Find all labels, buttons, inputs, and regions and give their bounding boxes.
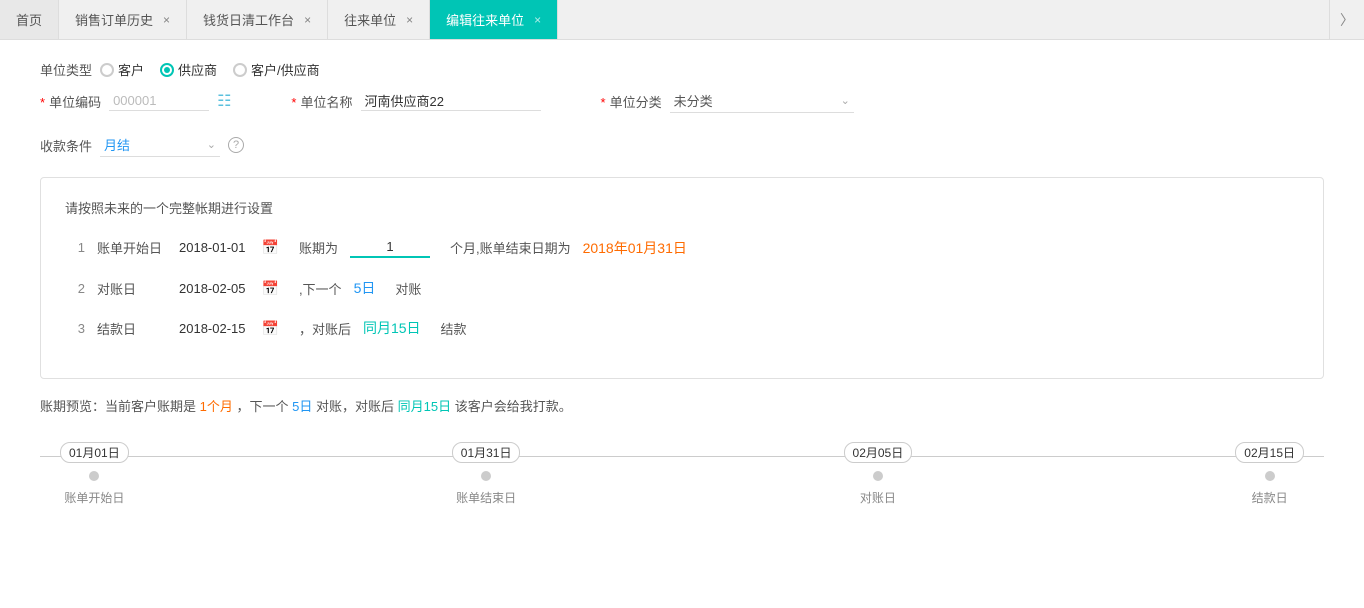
tab-partner[interactable]: 往来单位 ×: [328, 0, 430, 39]
tab-bar: 首页 销售订单历史 × 钱货日清工作台 × 往来单位 × 编辑往来单位 × 〉: [0, 0, 1364, 40]
timeline-date-3: 02月15日: [1235, 442, 1304, 463]
tab-close-cash-work[interactable]: ×: [304, 13, 311, 27]
timeline-sub-1: 账单结束日: [456, 489, 516, 506]
radio-circle-supplier: [160, 63, 174, 77]
detail-row-3: 3 结款日 2018-02-15 📅 ，对账后 同月15日 结款: [65, 318, 1299, 338]
row-num-1: 1: [65, 240, 85, 255]
tab-home[interactable]: 首页: [0, 0, 59, 39]
tab-cash-work[interactable]: 钱货日清工作台 ×: [187, 0, 328, 39]
help-icon[interactable]: ?: [228, 137, 244, 153]
preview-label: 账期预览：当前客户账期是: [40, 399, 196, 414]
preview-mid1: ，下一个: [237, 399, 289, 414]
row-key-2: 对账日: [97, 279, 167, 298]
row-key-1: 账单开始日: [97, 238, 167, 257]
period-settings-box: 请按照未来的一个完整帐期进行设置 1 账单开始日 2018-01-01 📅 账期…: [40, 177, 1324, 379]
timeline-point-2: 02月05日 对账日: [844, 442, 913, 506]
row-desc-suffix-2: 对账: [395, 279, 421, 298]
timeline-points: 01月01日 账单开始日 01月31日 账单结束日 02月05日 对账日 02月…: [60, 442, 1304, 506]
reconcile-day: 5日: [354, 278, 376, 298]
period-end-date: 2018年01月31日: [583, 238, 687, 258]
timeline-point-1: 01月31日 账单结束日: [452, 442, 521, 506]
unit-code-group: 单位编码 ☷: [40, 91, 231, 111]
unit-name-group: 单位名称: [291, 91, 540, 111]
timeline-dot-0: [89, 471, 99, 481]
row-key-3: 结款日: [97, 319, 167, 338]
timeline-section: 01月01日 账单开始日 01月31日 账单结束日 02月05日 对账日 02月…: [40, 442, 1324, 506]
row-desc-suffix-1: 个月,账单结束日期为: [450, 238, 571, 257]
period-input[interactable]: [350, 237, 430, 258]
unit-code-input[interactable]: [109, 91, 209, 111]
timeline-sub-3: 结款日: [1252, 489, 1288, 506]
row-date-1: 2018-01-01: [179, 240, 246, 255]
cal-icon-3[interactable]: 📅: [262, 320, 279, 337]
unit-info-row: 单位编码 ☷ 单位名称 单位分类 未分类 ⌄: [40, 89, 1324, 113]
detail-row-2: 2 对账日 2018-02-05 📅 ,下一个 5日 对账: [65, 278, 1299, 298]
unit-category-label: 单位分类: [601, 92, 662, 111]
section-title: 请按照未来的一个完整帐期进行设置: [65, 198, 1299, 217]
detail-row-1: 1 账单开始日 2018-01-01 📅 账期为 个月,账单结束日期为 2018…: [65, 237, 1299, 258]
timeline-sub-2: 对账日: [860, 489, 896, 506]
unit-category-select[interactable]: 未分类 ⌄: [670, 89, 854, 113]
preview-text: 账期预览：当前客户账期是 1个月 ，下一个 5日 对账，对账后 同月15日 该客…: [40, 395, 1324, 418]
radio-group: 客户 供应商 客户/供应商: [100, 60, 320, 79]
tab-close-sales-history[interactable]: ×: [163, 13, 170, 27]
row-desc-prefix-1: 账期为: [299, 238, 338, 257]
payment-condition-select[interactable]: 月结 ⌄: [100, 133, 220, 157]
radio-circle-customer: [100, 63, 114, 77]
payment-condition-label: 收款条件: [40, 136, 92, 155]
unit-category-group: 单位分类 未分类 ⌄: [601, 89, 854, 113]
preview-payment: 同月15日: [398, 399, 451, 414]
unit-category-value: 未分类: [674, 91, 713, 110]
timeline-date-0: 01月01日: [60, 442, 129, 463]
timeline-dot-3: [1265, 471, 1275, 481]
row-desc-prefix-2: ,下一个: [299, 279, 342, 298]
timeline-date-2: 02月05日: [844, 442, 913, 463]
tab-close-edit-partner[interactable]: ×: [534, 13, 541, 27]
row-num-2: 2: [65, 281, 85, 296]
row-desc-prefix-3: ，对账后: [299, 319, 351, 338]
tab-overflow-arrow[interactable]: 〉: [1329, 0, 1364, 39]
radio-circle-customer-supplier: [233, 63, 247, 77]
tab-close-partner[interactable]: ×: [406, 13, 413, 27]
timeline-sub-0: 账单开始日: [64, 489, 124, 506]
row-desc-suffix-3: 结款: [441, 319, 467, 338]
timeline-dot-2: [873, 471, 883, 481]
unit-type-label: 单位类型: [40, 60, 92, 79]
unit-name-input[interactable]: [361, 91, 541, 111]
radio-customer-supplier[interactable]: 客户/供应商: [233, 60, 320, 79]
payment-condition-row: 收款条件 月结 ⌄ ?: [40, 133, 1324, 157]
payment-condition-value: 月结: [104, 135, 130, 154]
unit-name-label: 单位名称: [291, 92, 352, 111]
radio-customer[interactable]: 客户: [100, 60, 144, 79]
radio-supplier[interactable]: 供应商: [160, 60, 217, 79]
row-num-3: 3: [65, 321, 85, 336]
unit-type-field: 单位类型 客户 供应商 客户/供应商: [40, 60, 320, 79]
unit-type-row: 单位类型 客户 供应商 客户/供应商: [40, 60, 1324, 79]
unit-code-label: 单位编码: [40, 92, 101, 111]
payment-condition-chevron: ⌄: [207, 138, 216, 151]
unit-code-copy-icon[interactable]: ☷: [217, 91, 231, 111]
timeline-point-3: 02月15日 结款日: [1235, 442, 1304, 506]
main-content: 单位类型 客户 供应商 客户/供应商 单位编码 ☷: [0, 40, 1364, 608]
cal-icon-2[interactable]: 📅: [262, 280, 279, 297]
cal-icon-1[interactable]: 📅: [262, 239, 279, 256]
tab-sales-history[interactable]: 销售订单历史 ×: [59, 0, 187, 39]
timeline-dot-1: [481, 471, 491, 481]
preview-mid2: 对账，对账后: [316, 399, 394, 414]
unit-category-chevron: ⌄: [841, 94, 850, 107]
timeline-point-0: 01月01日 账单开始日: [60, 442, 129, 506]
preview-reconcile: 5日: [292, 399, 312, 414]
timeline-date-1: 01月31日: [452, 442, 521, 463]
preview-period: 1个月: [200, 399, 233, 414]
preview-suffix: 该客户会给我打款。: [455, 399, 572, 414]
row-date-2: 2018-02-05: [179, 281, 246, 296]
tab-edit-partner[interactable]: 编辑往来单位 ×: [430, 0, 558, 39]
row-date-3: 2018-02-15: [179, 321, 246, 336]
payment-day: 同月15日: [363, 318, 421, 338]
